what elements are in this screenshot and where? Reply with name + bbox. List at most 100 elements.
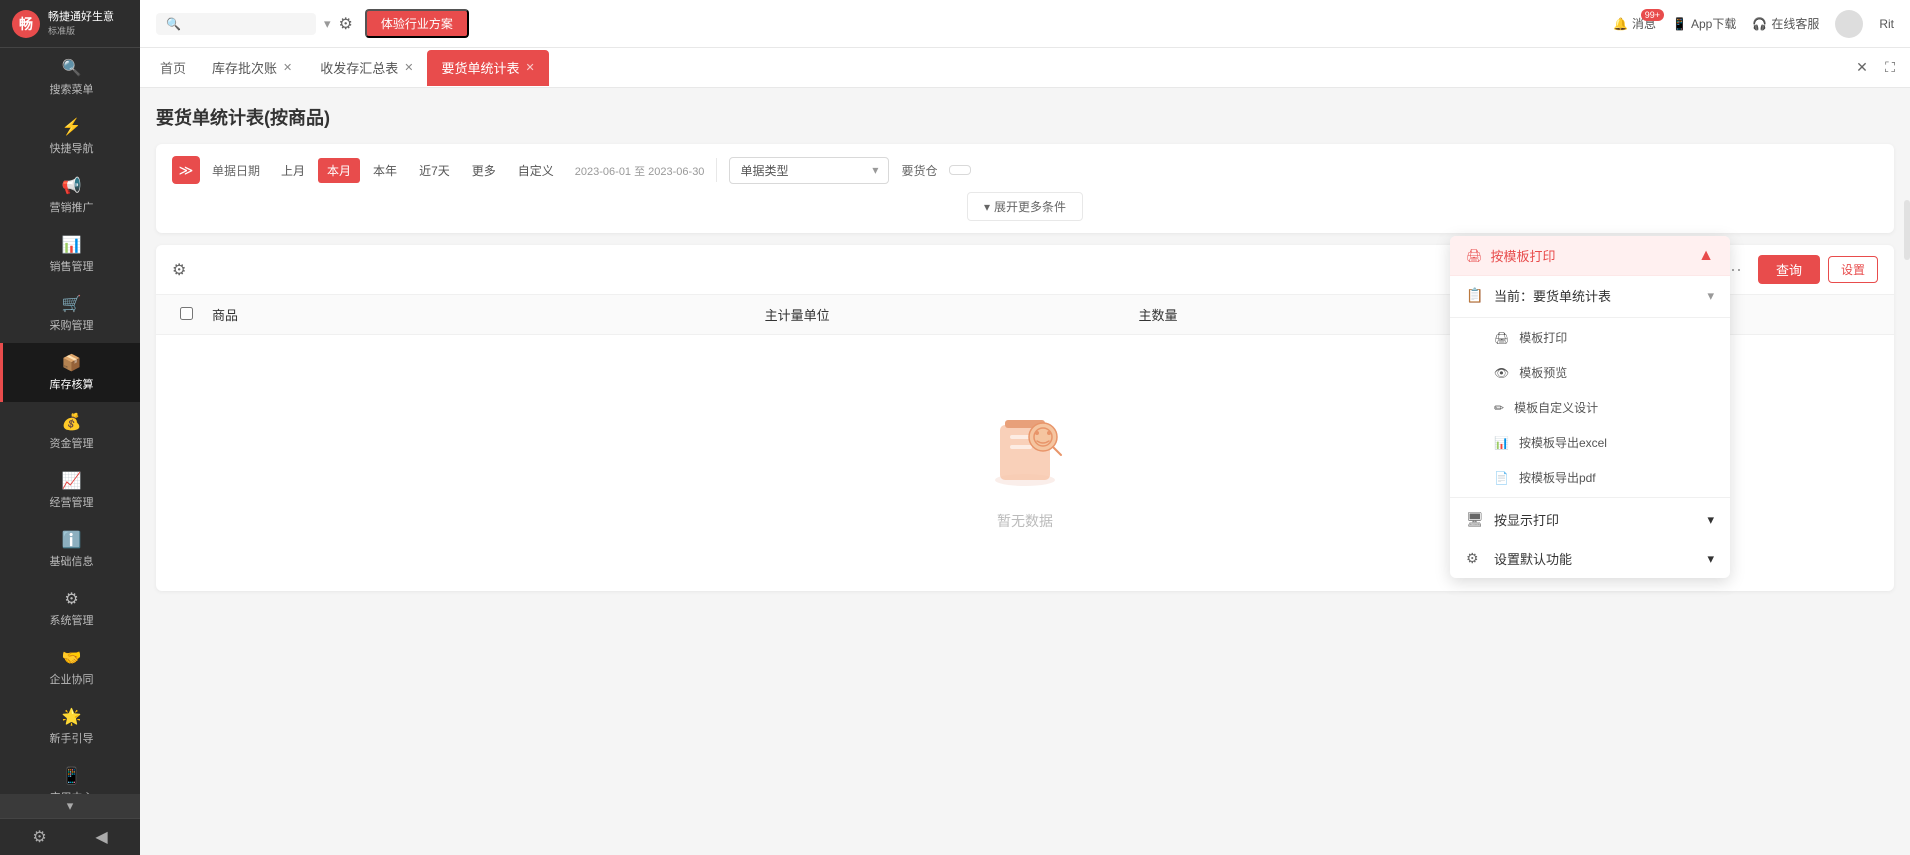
print-dropdown-close-btn[interactable]: ▲ [1698, 247, 1714, 265]
page-area: 要货单统计表(按商品) ≫ 单据日期 上月 本月 本年 近7天 更多 自定义 2… [140, 88, 1910, 855]
messages-badge: 99+ [1641, 9, 1664, 21]
sidebar-item-quick-nav[interactable]: ⚡ 快捷导航 [0, 107, 140, 166]
sidebar-item-label: 搜索菜单 [50, 81, 94, 97]
th-unit: 主计量单位 [757, 305, 1131, 324]
tabs-right: ✕ ⛶ [1850, 56, 1902, 80]
sidebar-item-label: 新手引导 [50, 730, 94, 746]
th-qty: 主数量 [1130, 305, 1504, 324]
template-preview-item[interactable]: 👁 模板预览 [1450, 355, 1730, 390]
main-content: 🔍 ▾ ⚙ 体验行业方案 🔔 消息 99+ 📱 App下载 🎧 在线客服 Rit [140, 0, 1910, 855]
sidebar-scroll-down[interactable]: ▾ [0, 794, 140, 818]
date-btn-last-month[interactable]: 上月 [272, 158, 314, 183]
window-close-btn[interactable]: ✕ [1850, 56, 1874, 80]
avatar[interactable] [1835, 10, 1863, 38]
toolbar-settings-icon[interactable]: ⚙ [172, 260, 186, 280]
tab-home[interactable]: 首页 [148, 50, 198, 86]
settings-button[interactable]: 设置 [1828, 256, 1878, 283]
template-design-item[interactable]: ✏ 模板自定义设计 [1450, 390, 1730, 425]
expand-icon: ▾ [984, 200, 990, 214]
appstore-icon: 📱 [62, 766, 82, 786]
current-template-label: 当前：要货单统计表 [1494, 286, 1611, 305]
topbar-search-box[interactable]: 🔍 [156, 13, 316, 35]
sidebar-item-sales[interactable]: 📊 销售管理 [0, 225, 140, 284]
cargo-filter[interactable] [949, 165, 971, 175]
section-arrow-icon: ▾ [1707, 551, 1714, 567]
query-button[interactable]: 查询 [1758, 255, 1820, 284]
app-name: 畅捷通好生意 标准版 [48, 10, 114, 37]
sidebar-nav: 🔍 搜索菜单 ⚡ 快捷导航 📢 营销推广 📊 销售管理 🛒 采购管理 📦 库存核… [0, 48, 140, 794]
sidebar-item-label: 基础信息 [50, 553, 94, 569]
sales-icon: 📊 [62, 235, 82, 255]
arrow-icon: ▾ [1707, 288, 1714, 304]
date-btn-this-month[interactable]: 本月 [318, 158, 360, 183]
online-service-btn[interactable]: 🎧 在线客服 [1752, 15, 1819, 32]
tab-order-stats[interactable]: 要货单统计表 ✕ [427, 50, 548, 86]
expand-more-btn[interactable]: ▾ 展开更多条件 [967, 192, 1083, 221]
sidebar-item-marketing[interactable]: 📢 营销推广 [0, 166, 140, 225]
current-template-item[interactable]: 📋 当前：要货单统计表 ▾ [1450, 276, 1730, 315]
collapse-button[interactable]: ◀ [95, 827, 107, 847]
sidebar-item-purchase[interactable]: 🛒 采购管理 [0, 284, 140, 343]
date-btn-7days[interactable]: 近7天 [410, 158, 459, 183]
sidebar-logo: 畅 畅捷通好生意 标准版 [0, 0, 140, 48]
display-print-section[interactable]: 🖥 按显示打印 ▾ [1450, 500, 1730, 539]
gear-icon: ⚙ [64, 589, 78, 609]
display-icon: 🖥 [1466, 511, 1484, 528]
tab-close-icon[interactable]: ✕ [526, 61, 535, 74]
inventory-icon: 📦 [62, 353, 82, 373]
info-icon: ℹ️ [62, 530, 82, 550]
collab-icon: 🤝 [62, 648, 82, 668]
promo-button[interactable]: 体验行业方案 [365, 9, 469, 38]
username: Rit [1879, 17, 1894, 31]
template-export-pdf-item[interactable]: 📄 按模板导出pdf [1450, 460, 1730, 495]
sidebar-item-guide[interactable]: 🌟 新手引导 [0, 697, 140, 756]
sidebar-item-system[interactable]: ⚙ 系统管理 [0, 579, 140, 638]
tab-inventory-batch[interactable]: 库存批次账 ✕ [198, 50, 306, 86]
topbar-dropdown-arrow[interactable]: ▾ [324, 16, 331, 32]
filter-row: ≫ 单据日期 上月 本月 本年 近7天 更多 自定义 2023-06-01 至 … [172, 156, 1878, 184]
messages-btn[interactable]: 🔔 消息 99+ [1613, 15, 1656, 32]
sidebar-item-collab[interactable]: 🤝 企业协同 [0, 638, 140, 697]
date-btn-more[interactable]: 更多 [463, 158, 505, 183]
template-print-item[interactable]: 🖨 模板打印 [1450, 320, 1730, 355]
sidebar-item-operations[interactable]: 📈 经营管理 [0, 461, 140, 520]
template-export-excel-item[interactable]: 📊 按模板导出excel [1450, 425, 1730, 460]
sidebar-item-finance[interactable]: 💰 资金管理 [0, 402, 140, 461]
tab-close-icon[interactable]: ✕ [283, 61, 292, 74]
filter-card: ≫ 单据日期 上月 本月 本年 近7天 更多 自定义 2023-06-01 至 … [156, 144, 1894, 233]
date-btn-custom[interactable]: 自定义 [509, 158, 563, 183]
date-btn-this-year[interactable]: 本年 [364, 158, 406, 183]
print-dropdown-title: 🖨 按模板打印 [1466, 246, 1556, 265]
sidebar-item-label: 销售管理 [50, 258, 94, 274]
template-icon: 📋 [1466, 287, 1484, 304]
sidebar-item-search[interactable]: 🔍 搜索菜单 [0, 48, 140, 107]
tab-close-icon[interactable]: ✕ [404, 61, 413, 74]
filter-expand-btn[interactable]: ≫ [172, 156, 200, 184]
topbar-left: 🔍 ▾ ⚙ 体验行业方案 [156, 9, 1613, 38]
default-settings-section[interactable]: ⚙ 设置默认功能 ▾ [1450, 539, 1730, 578]
app-download-btn[interactable]: 📱 App下载 [1672, 15, 1736, 32]
scrollbar-thumb[interactable] [1904, 200, 1910, 260]
order-type-label: 单据类型 [740, 162, 788, 179]
topbar-gear-btn[interactable]: ⚙ [339, 14, 353, 34]
sidebar-item-appstore[interactable]: 📱 应用中心 [0, 756, 140, 794]
sidebar-item-label: 快捷导航 [50, 140, 94, 156]
print-dropdown: 🖨 按模板打印 ▲ 📋 当前：要货单统计表 ▾ 🖨 模板打印 👁 模板预览 ✏ [1450, 236, 1730, 578]
sidebar-item-label: 企业协同 [50, 671, 94, 687]
print-dropdown-header: 🖨 按模板打印 ▲ [1450, 236, 1730, 276]
sidebar-item-label: 经营管理 [50, 494, 94, 510]
date-filter-label: 单据日期 [212, 162, 260, 179]
printer-icon: 🖨 [1466, 248, 1483, 264]
topbar-right: 🔔 消息 99+ 📱 App下载 🎧 在线客服 Rit [1613, 10, 1894, 38]
app-logo-icon: 畅 [12, 10, 40, 38]
window-expand-btn[interactable]: ⛶ [1878, 56, 1902, 80]
bell-icon: 🔔 [1613, 17, 1628, 31]
sidebar-item-basic-info[interactable]: ℹ️ 基础信息 [0, 520, 140, 579]
design-icon: ✏ [1494, 401, 1504, 415]
select-all-checkbox[interactable] [180, 307, 193, 320]
tab-stock-summary[interactable]: 收发存汇总表 ✕ [306, 50, 427, 86]
settings-button[interactable]: ⚙ [32, 827, 46, 847]
preview-icon: 👁 [1494, 366, 1509, 380]
order-type-filter[interactable]: 单据类型 ▾ [729, 157, 889, 184]
sidebar-item-inventory[interactable]: 📦 库存核算 [0, 343, 140, 402]
